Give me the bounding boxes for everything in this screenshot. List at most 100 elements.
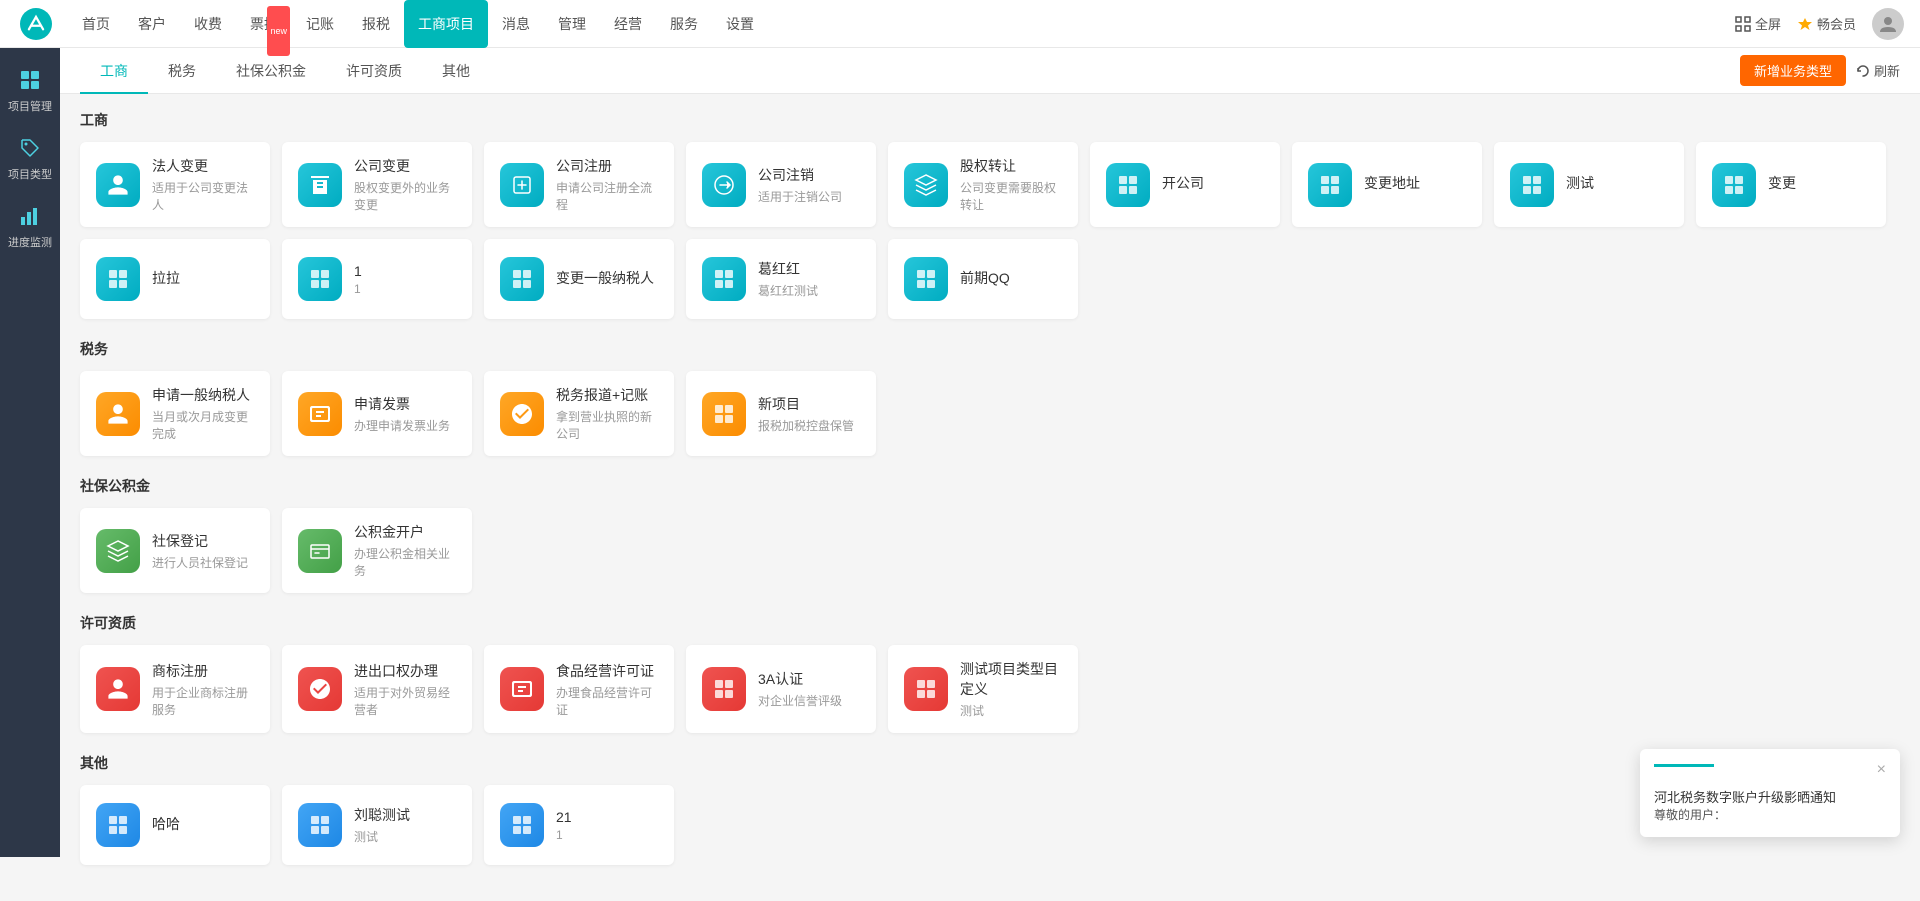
notif-body: 尊敬的用户： <box>1654 806 1886 825</box>
card-icon <box>96 803 140 847</box>
card-xuke-1[interactable]: 进出口权办理 适用于对外贸易经营者 <box>282 645 472 733</box>
card-qita-0[interactable]: 哈哈 <box>80 785 270 865</box>
card-title: 法人变更 <box>152 156 254 176</box>
user-avatar[interactable] <box>1872 8 1904 40</box>
section-title-xuke: 许可资质 <box>80 613 1900 633</box>
card-title: 前期QQ <box>960 268 1062 288</box>
card-desc: 股权变更外的业务变更 <box>354 179 456 213</box>
card-icon <box>702 257 746 301</box>
card-text: 食品经营许可证 办理食品经营许可证 <box>556 661 658 718</box>
tab-gongshang[interactable]: 工商 <box>80 48 148 94</box>
card-text: 测试项目类型目定义 测试 <box>960 659 1062 719</box>
tab-xuke[interactable]: 许可资质 <box>326 48 422 94</box>
card-icon <box>96 163 140 207</box>
card-icon <box>500 803 544 847</box>
card-shuiwu-0[interactable]: 申请一般纳税人 当月或次月成变更完成 <box>80 371 270 456</box>
card-gongshang-0[interactable]: 法人变更 适用于公司变更法人 <box>80 142 270 227</box>
card-qita-1[interactable]: 刘聪测试 测试 <box>282 785 472 865</box>
card-title: 1 <box>354 263 456 279</box>
card-shebao-0[interactable]: 社保登记 进行人员社保登记 <box>80 508 270 593</box>
sidebar-item-project-type[interactable]: 项目类型 <box>0 124 60 192</box>
nav-item-operation[interactable]: 经营 <box>600 0 656 48</box>
tab-qita[interactable]: 其他 <box>422 48 490 94</box>
card-shuiwu-3[interactable]: 新项目 报税加税控盘保管 <box>686 371 876 456</box>
card-title: 公司注册 <box>556 156 658 176</box>
notif-close-button[interactable]: × <box>1877 761 1886 779</box>
card-text: 股权转让 公司变更需要股权转让 <box>960 156 1062 213</box>
card-xuke-2[interactable]: 食品经营许可证 办理食品经营许可证 <box>484 645 674 733</box>
card-icon <box>298 803 342 847</box>
card-desc: 当月或次月成变更完成 <box>152 408 254 442</box>
nav-right-area: 全屏 畅会员 <box>1735 8 1904 40</box>
logo[interactable] <box>16 4 56 44</box>
card-gongshang-10[interactable]: 1 1 <box>282 239 472 319</box>
card-shuiwu-2[interactable]: 税务报道+记账 拿到营业执照的新公司 <box>484 371 674 456</box>
nav-item-settings[interactable]: 设置 <box>712 0 768 48</box>
card-gongshang-7[interactable]: 测试 <box>1494 142 1684 227</box>
cards-grid-xuke: 商标注册 用于企业商标注册服务 进出口权办理 适用于对外贸易经营者 食品经营许可… <box>80 645 1900 733</box>
section-title-shuiwu: 税务 <box>80 339 1900 359</box>
card-gongshang-3[interactable]: 公司注销 适用于注销公司 <box>686 142 876 227</box>
card-gongshang-9[interactable]: 拉拉 <box>80 239 270 319</box>
card-desc: 适用于公司变更法人 <box>152 179 254 213</box>
card-text: 进出口权办理 适用于对外贸易经营者 <box>354 661 456 718</box>
tag-icon <box>16 134 44 162</box>
card-icon <box>298 163 342 207</box>
card-gongshang-8[interactable]: 变更 <box>1696 142 1886 227</box>
nav-item-fee[interactable]: 收费 <box>180 0 236 48</box>
card-title: 葛红红 <box>758 259 860 279</box>
card-gongshang-6[interactable]: 变更地址 <box>1292 142 1482 227</box>
card-text: 刘聪测试 测试 <box>354 805 456 845</box>
card-text: 变更 <box>1768 173 1870 196</box>
card-title: 开公司 <box>1162 173 1264 193</box>
card-title: 股权转让 <box>960 156 1062 176</box>
card-icon <box>298 529 342 573</box>
card-gongshang-2[interactable]: 公司注册 申请公司注册全流程 <box>484 142 674 227</box>
card-xuke-3[interactable]: 3A认证 对企业信誉评级 <box>686 645 876 733</box>
chart-icon <box>16 202 44 230</box>
card-xuke-4[interactable]: 测试项目类型目定义 测试 <box>888 645 1078 733</box>
card-icon <box>298 392 342 436</box>
new-type-button[interactable]: 新增业务类型 <box>1740 55 1846 86</box>
card-xuke-0[interactable]: 商标注册 用于企业商标注册服务 <box>80 645 270 733</box>
card-desc: 用于企业商标注册服务 <box>152 684 254 718</box>
card-gongshang-12[interactable]: 葛红红 葛红红测试 <box>686 239 876 319</box>
card-text: 公司注册 申请公司注册全流程 <box>556 156 658 213</box>
nav-item-business[interactable]: 工商项目 <box>404 0 488 48</box>
card-gongshang-11[interactable]: 变更一般纳税人 <box>484 239 674 319</box>
card-desc: 1 <box>354 282 456 296</box>
nav-item-message[interactable]: 消息 <box>488 0 544 48</box>
sidebar-item-project-manage[interactable]: 项目管理 <box>0 56 60 124</box>
nav-item-service[interactable]: 服务 <box>656 0 712 48</box>
nav-item-home[interactable]: 首页 <box>68 0 124 48</box>
card-gongshang-4[interactable]: 股权转让 公司变更需要股权转让 <box>888 142 1078 227</box>
nav-item-ticket[interactable]: 票据 <box>236 0 292 48</box>
top-navigation: 首页 客户 收费 票据 记账 报税 工商项目 消息 管理 经营 服务 设置 全屏… <box>0 0 1920 48</box>
card-desc: 办理申请发票业务 <box>354 417 456 434</box>
fullscreen-button[interactable]: 全屏 <box>1735 14 1781 33</box>
card-text: 1 1 <box>354 263 456 296</box>
sidebar-item-progress[interactable]: 进度监测 <box>0 192 60 260</box>
grid-icon <box>16 66 44 94</box>
card-icon <box>1308 163 1352 207</box>
card-gongshang-1[interactable]: 公司变更 股权变更外的业务变更 <box>282 142 472 227</box>
card-shebao-1[interactable]: 公积金开户 办理公积金相关业务 <box>282 508 472 593</box>
card-text: 3A认证 对企业信誉评级 <box>758 669 860 709</box>
card-gongshang-13[interactable]: 前期QQ <box>888 239 1078 319</box>
refresh-button[interactable]: 刷新 <box>1856 61 1900 80</box>
tab-shuiwu[interactable]: 税务 <box>148 48 216 94</box>
card-text: 申请一般纳税人 当月或次月成变更完成 <box>152 385 254 442</box>
nav-item-bookkeeping[interactable]: 记账 <box>292 0 348 48</box>
card-title: 拉拉 <box>152 268 254 288</box>
card-title: 变更一般纳税人 <box>556 268 658 288</box>
card-title: 变更地址 <box>1364 173 1466 193</box>
member-button[interactable]: 畅会员 <box>1797 14 1856 33</box>
nav-item-customer[interactable]: 客户 <box>124 0 180 48</box>
card-qita-2[interactable]: 21 1 <box>484 785 674 865</box>
nav-item-tax[interactable]: 报税 <box>348 0 404 48</box>
notification-popup: × 河北税务数字账户升级影晒通知 尊敬的用户： <box>1640 749 1900 837</box>
card-title: 测试项目类型目定义 <box>960 659 1062 699</box>
card-gongshang-5[interactable]: 开公司 <box>1090 142 1280 227</box>
card-shuiwu-1[interactable]: 申请发票 办理申请发票业务 <box>282 371 472 456</box>
nav-item-manage[interactable]: 管理 <box>544 0 600 48</box>
